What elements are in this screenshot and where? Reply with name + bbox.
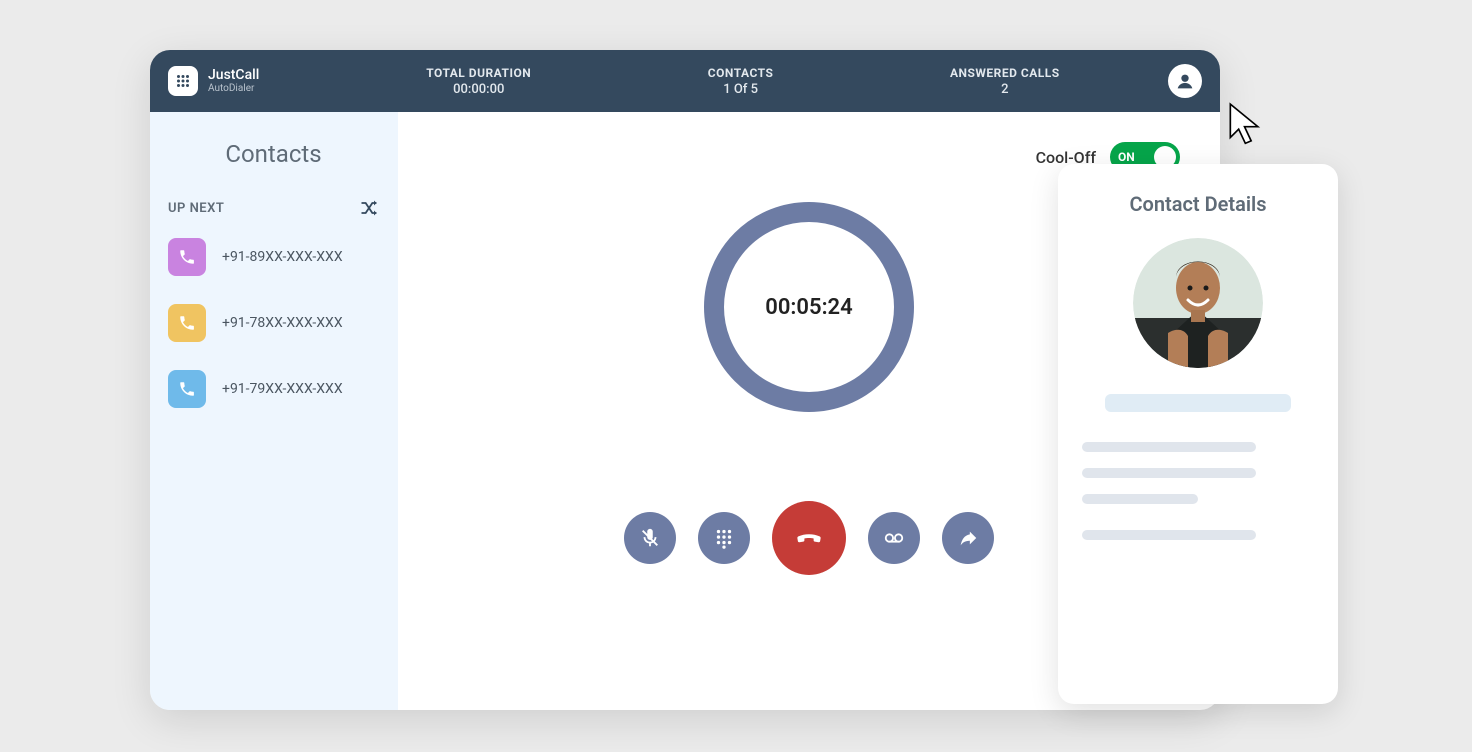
upnext-row: UP NEXT — [168, 198, 379, 218]
details-line-placeholder — [1082, 442, 1256, 452]
contact-avatar — [1133, 238, 1263, 368]
mute-icon — [639, 527, 661, 549]
user-menu-button[interactable] — [1168, 64, 1202, 98]
upnext-label: UP NEXT — [168, 201, 224, 216]
brand-logo — [168, 66, 198, 96]
voicemail-icon — [883, 527, 905, 549]
brand-text: JustCall AutoDialer — [208, 68, 259, 94]
forward-icon — [957, 527, 979, 549]
details-line-placeholder — [1082, 468, 1256, 478]
stat-answered-calls: ANSWERED CALLS 2 — [950, 66, 1060, 97]
stat-value: 1 Of 5 — [708, 82, 774, 97]
sidebar-title: Contacts — [168, 140, 379, 168]
contact-details-panel: Contact Details — [1058, 164, 1338, 704]
dialpad-icon — [713, 527, 735, 549]
contacts-sidebar: Contacts UP NEXT +91-89XX-XXX-XXX — [150, 112, 398, 710]
cursor-icon — [1222, 100, 1272, 150]
voicemail-button[interactable] — [868, 512, 920, 564]
header-stats: TOTAL DURATION 00:00:00 CONTACTS 1 Of 5 … — [338, 66, 1148, 97]
app-header: JustCall AutoDialer TOTAL DURATION 00:00… — [150, 50, 1220, 112]
stat-label: ANSWERED CALLS — [950, 66, 1060, 80]
toggle-state-label: ON — [1118, 150, 1135, 164]
details-line-placeholder — [1082, 530, 1256, 540]
contact-number: +91-79XX-XXX-XXX — [222, 381, 343, 397]
mute-button[interactable] — [624, 512, 676, 564]
shuffle-icon — [359, 198, 379, 218]
details-line-placeholder — [1082, 494, 1198, 504]
details-title: Contact Details — [1082, 192, 1314, 216]
stat-contacts: CONTACTS 1 Of 5 — [708, 66, 774, 97]
forward-button[interactable] — [942, 512, 994, 564]
timer-ring: 00:05:24 — [704, 202, 914, 412]
dialpad-button[interactable] — [698, 512, 750, 564]
hangup-button[interactable] — [772, 501, 846, 575]
stat-value: 2 — [950, 82, 1060, 97]
stat-label: TOTAL DURATION — [426, 66, 531, 80]
brand: JustCall AutoDialer — [168, 66, 338, 96]
contact-number: +91-78XX-XXX-XXX — [222, 315, 343, 331]
shuffle-button[interactable] — [359, 198, 379, 218]
contact-number: +91-89XX-XXX-XXX — [222, 249, 343, 265]
hangup-icon — [794, 523, 824, 553]
phone-icon — [168, 370, 206, 408]
stat-value: 00:00:00 — [426, 82, 531, 97]
brand-name: JustCall — [208, 68, 259, 83]
details-name-placeholder — [1105, 394, 1291, 412]
stat-total-duration: TOTAL DURATION 00:00:00 — [426, 66, 531, 97]
contact-item[interactable]: +91-89XX-XXX-XXX — [168, 238, 379, 276]
stat-label: CONTACTS — [708, 66, 774, 80]
brand-subtitle: AutoDialer — [208, 83, 259, 94]
contact-item[interactable]: +91-78XX-XXX-XXX — [168, 304, 379, 342]
user-icon — [1174, 70, 1196, 92]
phone-icon — [168, 304, 206, 342]
timer-value: 00:05:24 — [765, 295, 852, 320]
contact-item[interactable]: +91-79XX-XXX-XXX — [168, 370, 379, 408]
phone-icon — [168, 238, 206, 276]
dialpad-icon — [174, 72, 192, 90]
